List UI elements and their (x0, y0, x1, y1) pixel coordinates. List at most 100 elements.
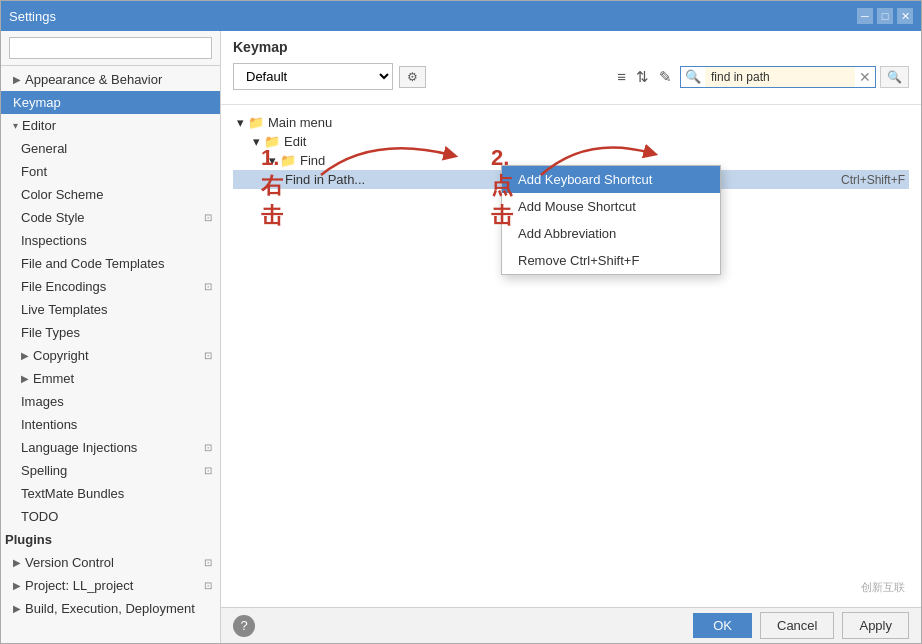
sidebar-search-input[interactable] (9, 37, 212, 59)
search-clear-button[interactable]: ✕ (855, 69, 875, 85)
sidebar-item-label: Plugins (5, 532, 52, 547)
context-menu-remove-shortcut[interactable]: Remove Ctrl+Shift+F (502, 247, 720, 274)
chevron-right-icon: ▶ (13, 580, 21, 591)
sidebar-item-appearance[interactable]: ▶ Appearance & Behavior (1, 68, 220, 91)
main-header: Keymap Default Eclipse Emacs ⚙ ≡ ⇅ (221, 31, 921, 105)
tree-item-label: Find (300, 153, 325, 168)
expand-icon: ▾ (253, 134, 260, 149)
expand-icon: ▾ (269, 153, 276, 168)
sidebar-item-keymap[interactable]: Keymap (1, 91, 220, 114)
search-icon: 🔍 (681, 67, 705, 86)
collapse-all-button[interactable]: ⇅ (632, 66, 653, 88)
bottom-bar: ? OK Cancel Apply (221, 607, 921, 643)
sidebar-item-spelling[interactable]: Spelling ⊡ (1, 459, 220, 482)
badge-icon: ⊡ (204, 557, 212, 568)
edit-shortcuts-button[interactable]: ✎ (655, 66, 676, 88)
window-body: ▶ Appearance & Behavior Keymap ▾ Editor … (1, 31, 921, 643)
sidebar-item-label: General (21, 141, 67, 156)
search-field: 🔍 ✕ (680, 66, 876, 88)
keymap-dropdown[interactable]: Default Eclipse Emacs (233, 63, 393, 90)
badge-icon: ⊡ (204, 212, 212, 223)
cancel-button[interactable]: Cancel (760, 612, 834, 639)
sidebar-item-font[interactable]: Font (1, 160, 220, 183)
page-title: Keymap (233, 39, 909, 55)
chevron-right-icon: ▶ (13, 74, 21, 85)
sidebar-item-intentions[interactable]: Intentions (1, 413, 220, 436)
sidebar-item-plugins[interactable]: Plugins (1, 528, 220, 551)
sidebar-item-label: Build, Execution, Deployment (25, 601, 195, 616)
apply-button[interactable]: Apply (842, 612, 909, 639)
sidebar-item-project[interactable]: ▶ Project: LL_project ⊡ (1, 574, 220, 597)
sidebar-item-label: Inspections (21, 233, 87, 248)
sidebar-item-label: TextMate Bundles (21, 486, 124, 501)
keymap-gear-button[interactable]: ⚙ (399, 66, 426, 88)
search-magnifier-button[interactable]: 🔍 (880, 66, 909, 88)
main-content: Keymap Default Eclipse Emacs ⚙ ≡ ⇅ (221, 31, 921, 643)
sidebar-item-code-style[interactable]: Code Style ⊡ (1, 206, 220, 229)
sidebar-item-images[interactable]: Images (1, 390, 220, 413)
close-button[interactable]: ✕ (897, 8, 913, 24)
sidebar-item-general[interactable]: General (1, 137, 220, 160)
context-menu-add-abbreviation[interactable]: Add Abbreviation (502, 220, 720, 247)
maximize-button[interactable]: □ (877, 8, 893, 24)
sidebar-section-main: ▶ Appearance & Behavior Keymap ▾ Editor … (1, 66, 220, 622)
folder-icon: 📁 (264, 134, 280, 149)
chevron-down-icon: ▾ (13, 120, 18, 131)
title-bar-controls: ─ □ ✕ (857, 8, 913, 24)
sidebar-item-live-templates[interactable]: Live Templates (1, 298, 220, 321)
sidebar-item-build[interactable]: ▶ Build, Execution, Deployment (1, 597, 220, 620)
chevron-right-icon: ▶ (21, 350, 29, 361)
sidebar-item-file-encodings[interactable]: File Encodings ⊡ (1, 275, 220, 298)
tree-main-menu[interactable]: ▾ 📁 Main menu (233, 113, 909, 132)
sidebar-item-version-control[interactable]: ▶ Version Control ⊡ (1, 551, 220, 574)
sidebar-item-label: Project: LL_project (25, 578, 133, 593)
sidebar-item-color-scheme[interactable]: Color Scheme (1, 183, 220, 206)
sidebar-item-emmet[interactable]: ▶ Emmet (1, 367, 220, 390)
sidebar: ▶ Appearance & Behavior Keymap ▾ Editor … (1, 31, 221, 643)
keymap-toolbar: Default Eclipse Emacs ⚙ ≡ ⇅ ✎ (233, 63, 909, 90)
expand-all-button[interactable]: ≡ (613, 66, 630, 88)
chevron-right-icon: ▶ (21, 373, 29, 384)
tree-item-label: Edit (284, 134, 306, 149)
sidebar-search-box[interactable] (1, 31, 220, 66)
settings-window: Settings ─ □ ✕ ▶ Appearance & Behavior K… (0, 0, 922, 644)
sidebar-item-file-code-templates[interactable]: File and Code Templates (1, 252, 220, 275)
gear-icon: ⚙ (407, 70, 418, 84)
settings-title: Settings (9, 9, 56, 24)
sidebar-item-label: File and Code Templates (21, 256, 165, 271)
folder-icon: 📁 (248, 115, 264, 130)
sidebar-item-copyright[interactable]: ▶ Copyright ⊡ (1, 344, 220, 367)
sidebar-item-textmate[interactable]: TextMate Bundles (1, 482, 220, 505)
minimize-button[interactable]: ─ (857, 8, 873, 24)
sidebar-item-label: Copyright (33, 348, 89, 363)
sidebar-item-label: Language Injections (21, 440, 137, 455)
badge-icon: ⊡ (204, 465, 212, 476)
title-bar-title: Settings (9, 9, 56, 24)
title-bar: Settings ─ □ ✕ (1, 1, 921, 31)
sidebar-item-label: File Types (21, 325, 80, 340)
sidebar-item-label: Color Scheme (21, 187, 103, 202)
chevron-right-icon: ▶ (13, 603, 21, 614)
context-menu-add-mouse-shortcut[interactable]: Add Mouse Shortcut (502, 193, 720, 220)
help-button[interactable]: ? (233, 615, 255, 637)
sidebar-item-language-injections[interactable]: Language Injections ⊡ (1, 436, 220, 459)
sidebar-item-todo[interactable]: TODO (1, 505, 220, 528)
sidebar-item-inspections[interactable]: Inspections (1, 229, 220, 252)
ok-button[interactable]: OK (693, 613, 752, 638)
sidebar-item-editor[interactable]: ▾ Editor (1, 114, 220, 137)
tree-edit[interactable]: ▾ 📁 Edit (233, 132, 909, 151)
search-input[interactable] (705, 67, 855, 87)
sidebar-item-file-types[interactable]: File Types (1, 321, 220, 344)
chevron-right-icon: ▶ (13, 557, 21, 568)
sidebar-item-label: Intentions (21, 417, 77, 432)
tree-item-label: Find in Path... (285, 172, 365, 187)
sidebar-item-label: Version Control (25, 555, 114, 570)
sidebar-item-label: Spelling (21, 463, 67, 478)
sidebar-item-label: File Encodings (21, 279, 106, 294)
sidebar-item-label: Emmet (33, 371, 74, 386)
tree-item-label: Main menu (268, 115, 332, 130)
sidebar-item-label: Images (21, 394, 64, 409)
sidebar-item-label: Live Templates (21, 302, 107, 317)
sidebar-item-label: Editor (22, 118, 56, 133)
context-menu-add-keyboard-shortcut[interactable]: Add Keyboard Shortcut (502, 166, 720, 193)
